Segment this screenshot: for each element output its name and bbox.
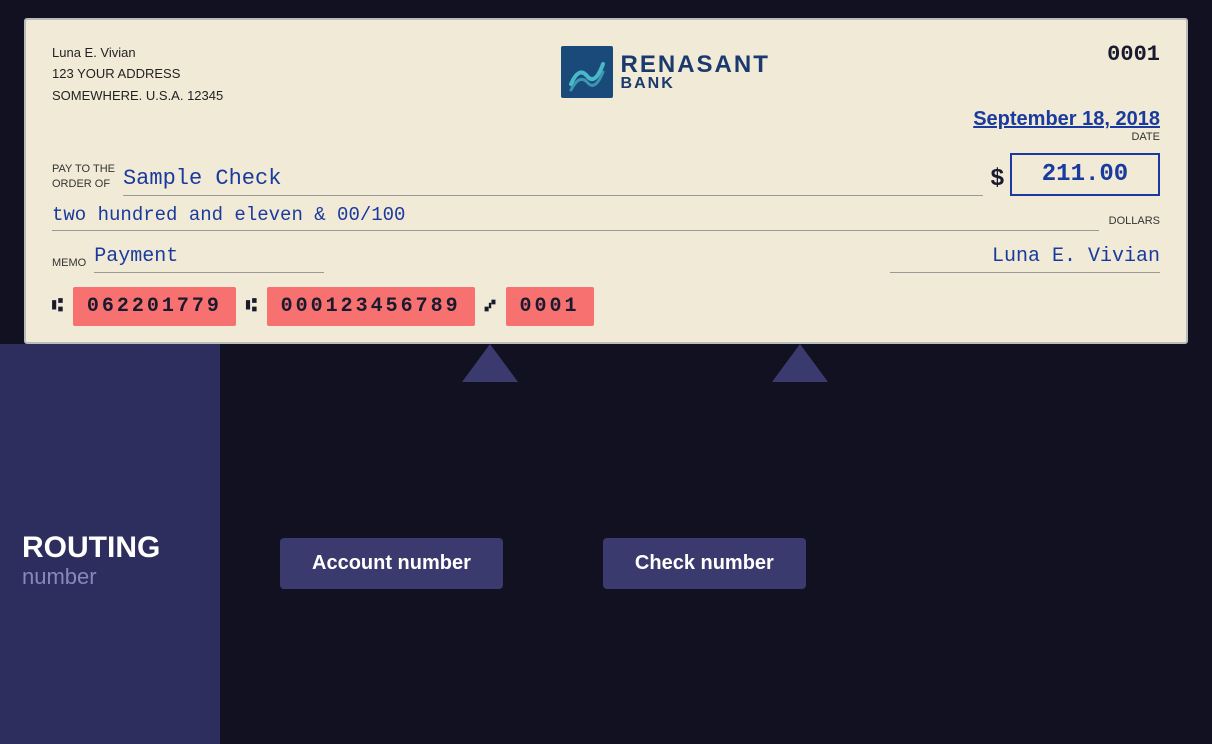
micr-line: ⑆ 062201779 ⑆ 000123456789 ⑇ 0001 [52,287,1160,326]
date-value: September 18, 2018 [973,108,1160,131]
micr-check-number-box: 0001 [506,287,594,326]
check-number-label-pill: Check number [603,538,806,589]
date-area: September 18, 2018 DATE [973,108,1160,143]
check-number: 0001 [1107,42,1160,67]
amount-box: 211.00 [1010,153,1160,196]
pay-to-label: PAY TO THE ORDER OF [52,162,115,193]
micr-close-symbol: ⑆ [246,297,257,317]
bank-logo-icon [561,46,613,98]
memo-value: Payment [94,245,178,268]
dollars-label: DOLLARS [1109,215,1160,227]
amount-value: 211.00 [1042,161,1128,188]
account-number-value: 000123456789 [281,295,461,318]
memo-label: MEMO [52,257,86,269]
dollar-sign: $ [991,164,1004,192]
account-number-label-pill: Account number [280,538,503,589]
signature-value: Luna E. Vivian [992,245,1160,268]
written-amount: two hundred and eleven & 00/100 [52,204,405,226]
routing-number-value: 062201779 [87,295,222,318]
account-number-box: 000123456789 [267,287,475,326]
routing-label-top: ROUTING [22,531,198,564]
check-owner: Luna E. Vivian 123 YOUR ADDRESS SOMEWHER… [52,42,223,106]
pay-to-value: Sample Check [123,166,281,191]
micr-separator-symbol: ⑇ [485,297,496,317]
micr-open-symbol: ⑆ [52,297,63,317]
date-label: DATE [973,131,1160,143]
routing-label-bottom: number [22,564,198,590]
routing-label-box: ROUTING number [0,344,220,744]
routing-number-box: 062201779 [73,287,236,326]
check-number-area: 0001 [1107,42,1160,67]
micr-check-number-value: 0001 [520,295,580,318]
bank-logo: RENASANT BANK [561,46,770,98]
bank-name-bottom: BANK [621,75,675,93]
